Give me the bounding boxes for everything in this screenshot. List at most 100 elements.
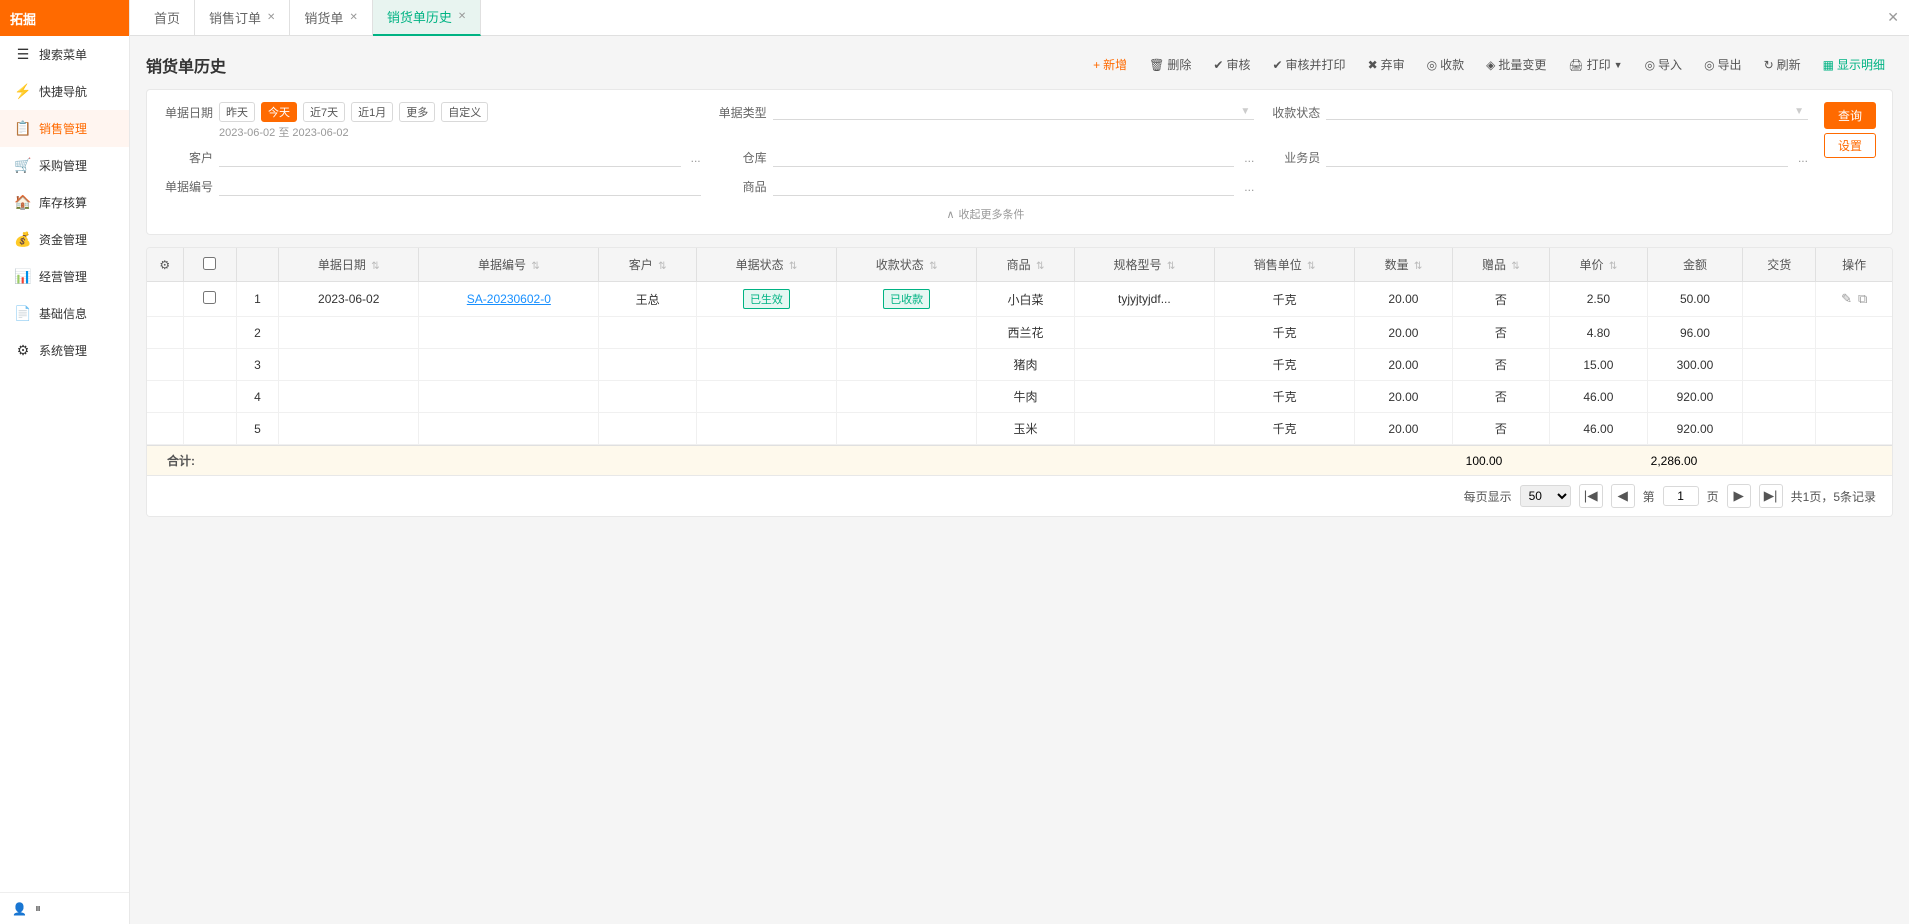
sys-admin-icon: ⚙ — [15, 343, 31, 359]
page-size-select[interactable]: 50 10 20 100 — [1520, 485, 1571, 507]
sidebar-item-base-info[interactable]: 📄 基础信息 — [0, 295, 129, 332]
date-btn-custom[interactable]: 自定义 — [441, 102, 488, 122]
batch-change-button[interactable]: ◈ 批量变更 — [1478, 52, 1554, 77]
collapse-button[interactable]: ∧ 收起更多条件 — [163, 206, 1808, 222]
tab-sales-goods[interactable]: 销货单 ✕ — [290, 0, 372, 36]
sidebar-item-purchase[interactable]: 🛒 采购管理 — [0, 147, 129, 184]
tab-home[interactable]: 首页 — [140, 0, 195, 36]
sidebar-item-search-menu[interactable]: ☰ 搜索菜单 — [0, 36, 129, 73]
date-btn-more[interactable]: 更多 — [399, 102, 435, 122]
row-customer — [599, 381, 696, 413]
filter-goods-dots[interactable]: ... — [1244, 180, 1254, 194]
spec-column-header[interactable]: 规格型号 ⇅ — [1074, 248, 1214, 282]
row-checkbox[interactable] — [183, 413, 236, 445]
page-title: 销货单历史 — [146, 53, 226, 77]
row-gear — [147, 381, 183, 413]
page-number-input[interactable] — [1663, 486, 1699, 506]
select-all-checkbox[interactable] — [203, 257, 216, 270]
filter-doc-type-item: 单据类型 ▼ — [717, 104, 1255, 121]
gear-column-header[interactable]: ⚙ — [147, 248, 183, 282]
checkbox-column-header[interactable] — [183, 248, 236, 282]
row-index: 4 — [236, 381, 278, 413]
filter-docno-input[interactable] — [219, 177, 701, 196]
date-column-header[interactable]: 单据日期 ⇅ — [279, 248, 419, 282]
row-action — [1816, 413, 1892, 445]
customer-column-header[interactable]: 客户 ⇅ — [599, 248, 696, 282]
edit-icon[interactable]: ✎ — [1841, 291, 1852, 307]
tab-sales-order-close[interactable]: ✕ — [267, 12, 275, 23]
filter-salesperson-input[interactable] — [1326, 148, 1788, 167]
filter-collect-status-select[interactable]: ▼ — [1326, 104, 1808, 120]
row-checkbox[interactable] — [183, 282, 236, 317]
tab-sales-history-close[interactable]: ✕ — [458, 11, 466, 22]
date-btn-1month[interactable]: 近1月 — [351, 102, 393, 122]
export-button[interactable]: ◎ 导出 — [1696, 52, 1750, 77]
import-button[interactable]: ◎ 导入 — [1637, 52, 1691, 77]
filter-warehouse-input[interactable] — [773, 148, 1235, 167]
row-action — [1816, 349, 1892, 381]
setting-button[interactable]: 设置 — [1824, 133, 1876, 158]
sidebar-item-inventory[interactable]: 🏠 库存核算 — [0, 184, 129, 221]
docstatus-column-header[interactable]: 单据状态 ⇅ — [696, 248, 836, 282]
window-close-btn[interactable]: ✕ — [1887, 9, 1899, 26]
price-column-header[interactable]: 单价 ⇅ — [1550, 248, 1647, 282]
date-btn-today[interactable]: 今天 — [261, 102, 297, 122]
row-checkbox[interactable] — [183, 381, 236, 413]
query-button[interactable]: 查询 — [1824, 102, 1876, 129]
row-qty: 20.00 — [1355, 349, 1452, 381]
sidebar-item-base-info-label: 基础信息 — [39, 305, 87, 322]
row-date — [279, 349, 419, 381]
tab-sales-history[interactable]: 销货单历史 ✕ — [373, 0, 481, 36]
filter-goods-input[interactable] — [773, 177, 1235, 196]
abandon-button[interactable]: ✖ 弃审 — [1360, 52, 1413, 77]
sidebar-item-sys-admin[interactable]: ⚙ 系统管理 — [0, 332, 129, 369]
gift-column-header[interactable]: 赠品 ⇅ — [1452, 248, 1549, 282]
date-sort-icon: ⇅ — [371, 261, 379, 272]
filter-collect-status-label: 收款状态 — [1270, 104, 1320, 121]
audit-print-button[interactable]: ✔ 审核并打印 — [1264, 52, 1353, 77]
last-page-btn[interactable]: ▶| — [1759, 484, 1783, 508]
collect-button[interactable]: ◎ 收款 — [1419, 52, 1473, 77]
collectstatus-column-header[interactable]: 收款状态 ⇅ — [837, 248, 977, 282]
row-doc-status: 已生效 — [696, 282, 836, 317]
tab-sales-goods-close[interactable]: ✕ — [349, 12, 357, 23]
sidebar-item-sales[interactable]: 📋 销售管理 — [0, 110, 129, 147]
qty-column-header[interactable]: 数量 ⇅ — [1355, 248, 1452, 282]
show-detail-button[interactable]: ▦ 显示明细 — [1815, 52, 1893, 77]
row-docno[interactable]: SA-20230602-0 — [419, 282, 599, 317]
add-button[interactable]: + 新增 — [1085, 52, 1135, 77]
print-button[interactable]: 🖨 打印 ▼ — [1560, 52, 1630, 77]
date-btn-yesterday[interactable]: 昨天 — [219, 102, 255, 122]
row-checkbox[interactable] — [183, 317, 236, 349]
row-checkbox[interactable] — [183, 349, 236, 381]
filter-warehouse-dots[interactable]: ... — [1244, 151, 1254, 165]
filter-doc-type-select[interactable]: ▼ — [773, 104, 1255, 120]
sidebar-user-btn[interactable]: 👤 ⏸ — [0, 893, 129, 924]
row-gear — [147, 413, 183, 445]
filter-salesperson-label: 业务员 — [1270, 149, 1320, 166]
copy-icon[interactable]: ⧉ — [1858, 291, 1867, 307]
goods-column-header[interactable]: 商品 ⇅ — [977, 248, 1074, 282]
sidebar-item-finance[interactable]: 💰 资金管理 — [0, 221, 129, 258]
row-amount: 300.00 — [1647, 349, 1743, 381]
delete-button[interactable]: 🗑 删除 — [1141, 52, 1199, 77]
row-checkbox-input[interactable] — [203, 291, 216, 304]
audit-button[interactable]: ✔ 审核 — [1205, 52, 1258, 77]
sidebar-item-operations[interactable]: 📊 经营管理 — [0, 258, 129, 295]
filter-customer-input[interactable] — [219, 148, 681, 167]
filter-salesperson-dots[interactable]: ... — [1798, 151, 1808, 165]
docno-column-header[interactable]: 单据编号 ⇅ — [419, 248, 599, 282]
sidebar-item-quick-nav[interactable]: ⚡ 快捷导航 — [0, 73, 129, 110]
prev-page-btn[interactable]: ◀ — [1611, 484, 1635, 508]
unit-column-header[interactable]: 销售单位 ⇅ — [1214, 248, 1354, 282]
quick-nav-icon: ⚡ — [15, 84, 31, 100]
first-page-btn[interactable]: |◀ — [1579, 484, 1603, 508]
date-btn-7days[interactable]: 近7天 — [303, 102, 345, 122]
filter-customer-dots[interactable]: ... — [691, 151, 701, 165]
row-doc-status — [696, 317, 836, 349]
tab-sales-order[interactable]: 销售订单 ✕ — [195, 0, 290, 36]
row-docno-link[interactable]: SA-20230602-0 — [467, 292, 551, 306]
refresh-button[interactable]: ↻ 刷新 — [1756, 52, 1809, 77]
import-icon: ◎ — [1645, 58, 1655, 72]
next-page-btn[interactable]: ▶ — [1727, 484, 1751, 508]
